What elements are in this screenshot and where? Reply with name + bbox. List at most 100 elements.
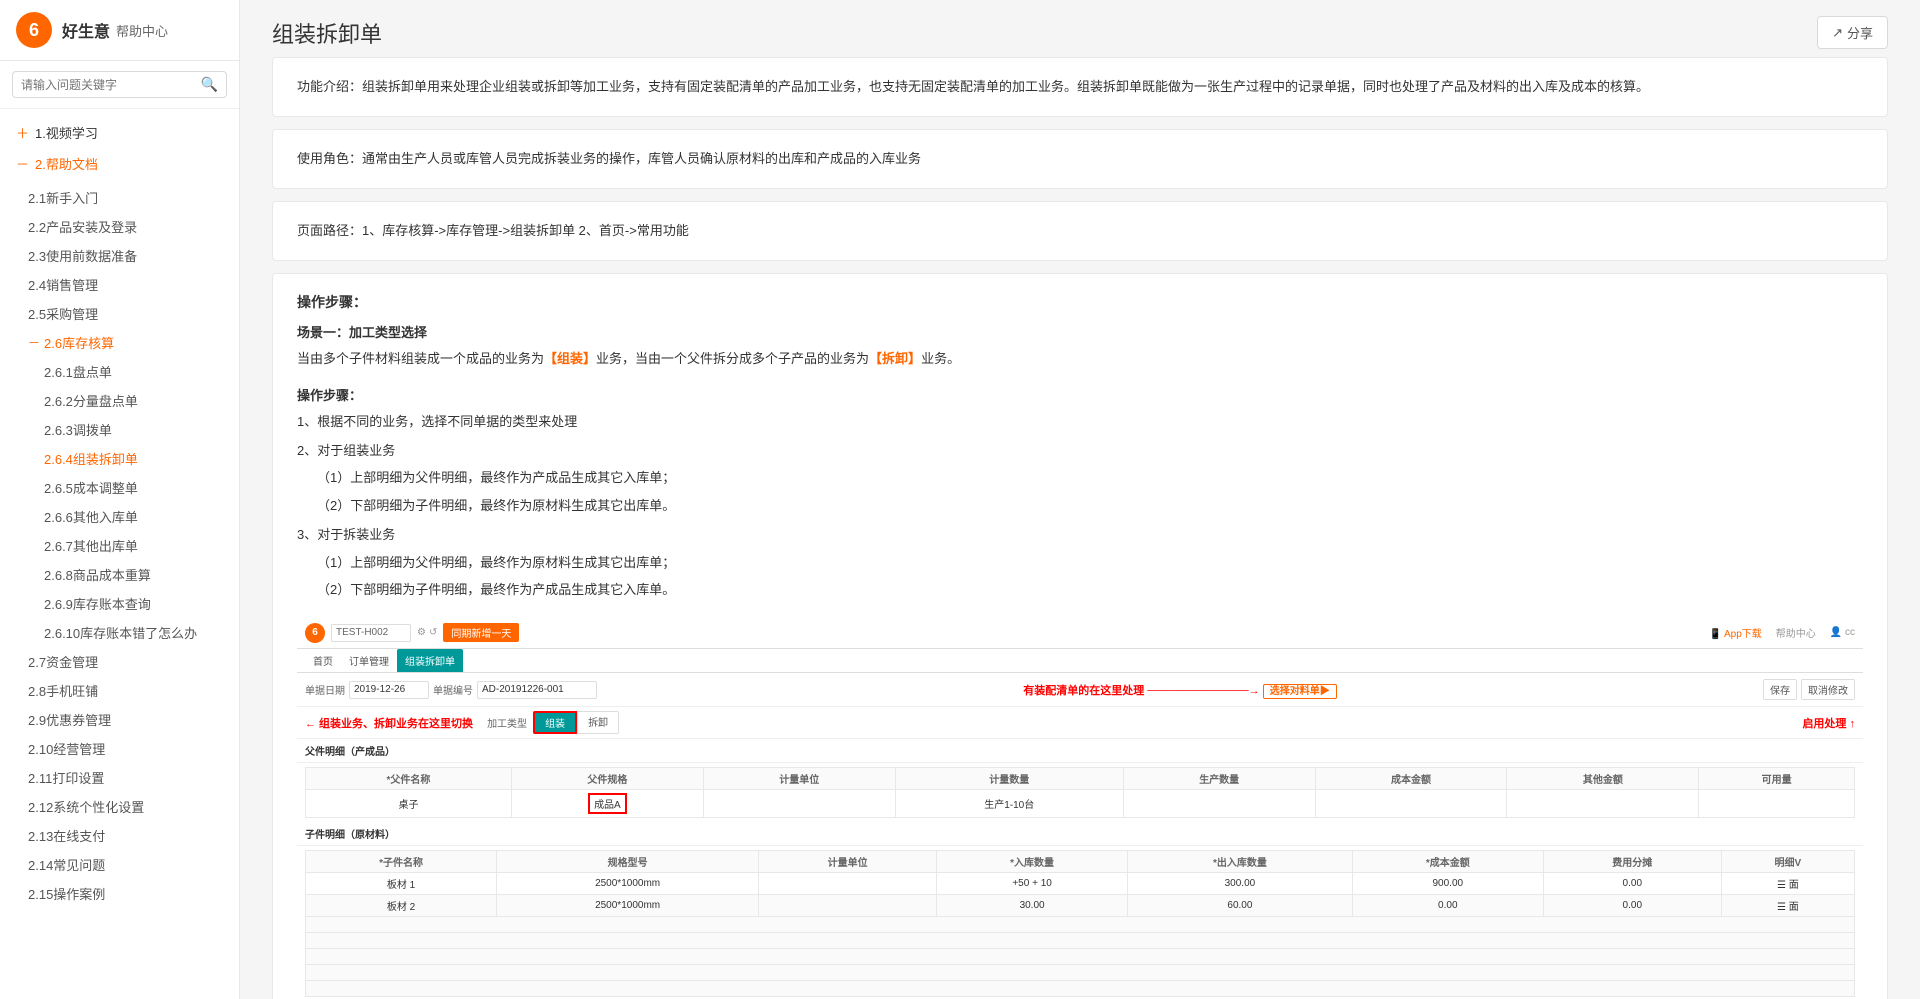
- mock-ltd2-1: 板材 2: [306, 895, 497, 917]
- sidebar-item-2.6.2[interactable]: 2.6.2分量盘点单: [44, 386, 239, 415]
- scene1-title: 场景一：加工类型选择: [297, 322, 1863, 341]
- sidebar-item-2.12[interactable]: 2.12系统个性化设置: [28, 792, 239, 821]
- share-button[interactable]: ↗ 分享: [1817, 16, 1888, 49]
- sidebar-item-2.6.1[interactable]: 2.6.1盘点单: [44, 357, 239, 386]
- sidebar-item-2.6.10[interactable]: 2.6.10库存账本错了怎么办: [44, 618, 239, 647]
- mock-td-pprod: [1123, 790, 1315, 818]
- sidebar-item-2.6.6[interactable]: 2.6.6其他入库单: [44, 502, 239, 531]
- mock-red-box: 成品A: [588, 793, 627, 814]
- ops-title: 操作步骤：: [297, 292, 1863, 312]
- sidebar-item-2.14[interactable]: 2.14常见问题: [28, 850, 239, 879]
- mock-logo: 6: [305, 623, 325, 643]
- search-icon[interactable]: 🔍: [201, 76, 218, 93]
- mock-type-annotation: ← 组装业务、拆卸业务在这里切换: [305, 715, 473, 731]
- mock-ltd2-4: 30.00: [937, 895, 1128, 917]
- step3-1: （1）上部明细为父件明细，最终作为原材料生成其它出库单；: [297, 551, 1863, 574]
- search-input[interactable]: [21, 78, 201, 92]
- mock-disassembly-btn: 拆卸: [577, 711, 619, 734]
- sidebar-item-dataprep[interactable]: 2.3使用前数据准备: [28, 241, 239, 270]
- sidebar-item-2.6.4[interactable]: 2.6.4组装拆卸单: [44, 444, 239, 473]
- table-row: [306, 981, 1855, 997]
- nav-sub-inventory: 2.6.1盘点单 2.6.2分量盘点单 2.6.3调拨单 2.6.4组装拆卸单 …: [28, 357, 239, 647]
- mock-refresh-icon: ↺: [429, 627, 437, 638]
- sidebar-item-2.6.5[interactable]: 2.6.5成本调整单: [44, 473, 239, 502]
- mock-ltd-5: 300.00: [1128, 873, 1353, 895]
- sidebar-item-video[interactable]: ＋ 1.视频学习: [0, 117, 239, 148]
- mock-date-field: 2019-12-26: [349, 681, 429, 699]
- mock-annotation1-btn: 选择对料单▶: [1263, 684, 1337, 699]
- sidebar-item-2.6.8[interactable]: 2.6.8商品成本重算: [44, 560, 239, 589]
- mock-form-row1: 单据日期 2019-12-26 单据编号 AD-20191226-001: [305, 681, 597, 699]
- mock-ltd-3: [759, 873, 937, 895]
- step2: 2、对于组装业务: [297, 439, 1863, 462]
- sidebar-item-2.11[interactable]: 2.11打印设置: [28, 763, 239, 792]
- sidebar-item-2.6.9[interactable]: 2.6.9库存账本查询: [44, 589, 239, 618]
- mock-th-other: 其他金额: [1507, 768, 1699, 790]
- step3: 3、对于拆装业务: [297, 523, 1863, 546]
- mock-th-parent-name: *父件名称: [306, 768, 512, 790]
- sidebar-item-2.9[interactable]: 2.9优惠券管理: [28, 705, 239, 734]
- intro-text-1: 功能介绍：组装拆卸单用来处理企业组装或拆卸等加工业务，支持有固定装配清单的产品加…: [297, 76, 1863, 98]
- sidebar-item-beginner[interactable]: 2.1新手入门: [28, 183, 239, 212]
- collapse-icon: －: [16, 154, 29, 173]
- mock-lth-7: 费用分摊: [1543, 851, 1721, 873]
- mock-th-qty: 计量数量: [895, 768, 1123, 790]
- sidebar-item-2.10[interactable]: 2.10经营管理: [28, 734, 239, 763]
- table-row: [306, 933, 1855, 949]
- sidebar-item-2.6.3[interactable]: 2.6.3调拨单: [44, 415, 239, 444]
- mock-browser: 6 TEST-H002 ⚙ ↺ 同期新增一天 📱 App下载 帮助中心 👤 cc: [297, 617, 1863, 999]
- table-row: [306, 917, 1855, 933]
- sidebar-item-2.15[interactable]: 2.15操作案例: [28, 879, 239, 908]
- mock-th-unit: 计量单位: [703, 768, 895, 790]
- sidebar-item-purchase[interactable]: 2.5采购管理: [28, 299, 239, 328]
- table-row: 板材 2 2500*1000mm 30.00 60.00 0.00 0.00 ☰…: [306, 895, 1855, 917]
- scene1-desc: 当由多个子件材料组装成一个成品的业务为【组装】业务，当由一个父件拆分成多个子产品…: [297, 347, 1863, 370]
- table-row: [306, 965, 1855, 981]
- sidebar-item-2.13[interactable]: 2.13在线支付: [28, 821, 239, 850]
- mock-order-tab: 订单管理: [341, 649, 397, 672]
- mock-enable-annotation: 启用处理 ↑: [625, 715, 1855, 731]
- mock-ltd-2: 2500*1000mm: [497, 873, 759, 895]
- path-text: 页面路径：1、库存核算->库存管理->组装拆卸单 2、首页->常用功能: [297, 220, 1863, 242]
- share-icon: ↗: [1832, 25, 1843, 41]
- screenshot-area: 6 TEST-H002 ⚙ ↺ 同期新增一天 📱 App下载 帮助中心 👤 cc: [297, 617, 1863, 999]
- mock-lth-1: *子件名称: [306, 851, 497, 873]
- mock-th-avail: 可用量: [1699, 768, 1855, 790]
- mock-td-pspec: 成品A: [511, 790, 703, 818]
- mock-upper-section: 父件明细（产成品） *父件名称 父件规格 计量单位 计量数量: [297, 739, 1863, 822]
- mock-settings-icon: ⚙: [417, 627, 426, 638]
- sidebar-header: 6 好生意 帮助中心: [0, 0, 239, 61]
- sidebar-item-2.7[interactable]: 2.7资金管理: [28, 647, 239, 676]
- sidebar-item-install[interactable]: 2.2产品安装及登录: [28, 212, 239, 241]
- intro-card-1: 功能介绍：组装拆卸单用来处理企业组装或拆卸等加工业务，支持有固定装配清单的产品加…: [272, 57, 1888, 117]
- mock-ltd-4: +50 + 10: [937, 873, 1128, 895]
- sidebar-item-docs[interactable]: － 2.帮助文档: [0, 148, 239, 179]
- sidebar-item-2.6.7[interactable]: 2.6.7其他出库单: [44, 531, 239, 560]
- page-title: 组装拆卸单: [272, 17, 382, 49]
- mock-td-punit: [703, 790, 895, 818]
- mock-ltd-7: 0.00: [1543, 873, 1721, 895]
- path-card: 页面路径：1、库存核算->库存管理->组装拆卸单 2、首页->常用功能: [272, 201, 1888, 261]
- table-row: 桌子 成品A 生产1-10台: [306, 790, 1855, 818]
- mock-lth-4: *入库数量: [937, 851, 1128, 873]
- mock-upper-table: *父件名称 父件规格 计量单位 计量数量 生产数量 成本金额 其他金额 可用量: [305, 767, 1855, 818]
- mock-ltd2-8: ☰ 面: [1721, 895, 1854, 917]
- mock-ltd2-3: [759, 895, 937, 917]
- expand-icon: ＋: [16, 123, 29, 142]
- mock-lth-3: 计量单位: [759, 851, 937, 873]
- sidebar-item-sales[interactable]: 2.4销售管理: [28, 270, 239, 299]
- mock-th-cost: 成本金额: [1315, 768, 1507, 790]
- mock-type-buttons: 组装 拆卸: [533, 711, 619, 734]
- mock-ltd2-5: 60.00: [1128, 895, 1353, 917]
- mock-billno-field: AD-20191226-001: [477, 681, 597, 699]
- sidebar-item-inventory[interactable]: － 2.6库存核算: [28, 328, 239, 357]
- mock-help-icon: 帮助中心: [1776, 625, 1816, 640]
- intro-text-2: 使用角色：通常由生产人员或库管人员完成拆装业务的操作，库管人员确认原材料的出库和…: [297, 148, 1863, 170]
- mock-lth-5: *出入库数量: [1128, 851, 1353, 873]
- mock-app-icon: 📱 App下载: [1709, 625, 1761, 640]
- search-box: 🔍: [0, 61, 239, 109]
- step3-2: （2）下部明细为子件明细，最终作为产成品生成其它入库单。: [297, 578, 1863, 601]
- mock-lth-2: 规格型号: [497, 851, 759, 873]
- sidebar-item-2.8[interactable]: 2.8手机旺铺: [28, 676, 239, 705]
- mock-upper-label: 父件明细（产成品）: [297, 739, 1863, 763]
